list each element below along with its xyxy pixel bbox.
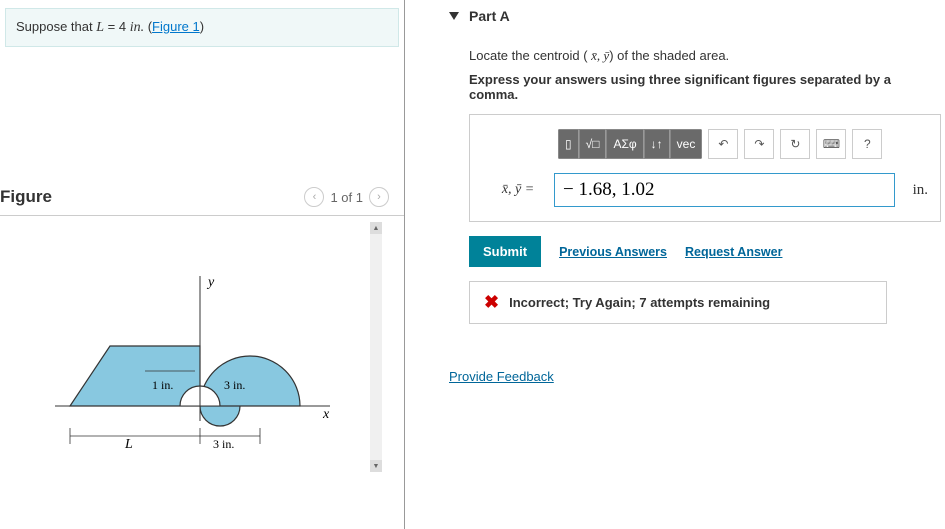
problem-equals: = 4 (104, 19, 130, 34)
panel-divider (404, 0, 405, 529)
answer-box: ▯ √□ ΑΣφ ↓↑ vec ↶ ↷ ↻ ⌨ ? x̄, ȳ = (469, 114, 941, 222)
figure-link[interactable]: Figure 1 (152, 19, 200, 34)
problem-statement: Suppose that L = 4 in. (Figure 1) (5, 8, 399, 47)
figure-next-button[interactable]: › (369, 187, 389, 207)
input-label: x̄, ȳ = (482, 182, 554, 198)
equation-toolbar: ▯ √□ ΑΣφ ↓↑ vec ↶ ↷ ↻ ⌨ ? (558, 129, 928, 159)
keyboard-button[interactable]: ⌨ (816, 129, 846, 159)
dim-1in: 1 in. (152, 378, 173, 392)
greek-button[interactable]: ΑΣφ (606, 129, 643, 159)
vec-button[interactable]: vec (670, 129, 703, 159)
scroll-up-button[interactable]: ▲ (370, 222, 382, 234)
axis-x-label: x (322, 407, 330, 422)
answer-input[interactable] (554, 173, 895, 207)
incorrect-icon: ✖ (484, 292, 499, 313)
previous-answers-link[interactable]: Previous Answers (559, 245, 667, 259)
provide-feedback-link[interactable]: Provide Feedback (449, 369, 554, 384)
scroll-down-button[interactable]: ▼ (370, 460, 382, 472)
undo-button[interactable]: ↶ (708, 129, 738, 159)
axis-y-label: y (206, 275, 215, 290)
feedback-text: Incorrect; Try Again; 7 attempts remaini… (509, 295, 770, 310)
dim-L: L (124, 437, 133, 452)
part-title: Part A (469, 8, 510, 24)
help-button[interactable]: ? (852, 129, 882, 159)
redo-button[interactable]: ↷ (744, 129, 774, 159)
arrows-button[interactable]: ↓↑ (644, 129, 670, 159)
figure-title: Figure (0, 187, 52, 207)
collapse-icon (449, 12, 459, 20)
problem-prefix: Suppose that (16, 19, 96, 34)
figure-nav-text: 1 of 1 (330, 190, 363, 205)
problem-var: L (96, 20, 104, 35)
template-button[interactable]: ▯ (558, 129, 579, 159)
submit-button[interactable]: Submit (469, 236, 541, 267)
feedback-box: ✖ Incorrect; Try Again; 7 attempts remai… (469, 281, 887, 324)
dim-3in-b: 3 in. (213, 437, 234, 451)
figure-scrollbar[interactable]: ▲ ▼ (370, 222, 382, 472)
prompt-locate: Locate the centroid ( x̄, ȳ) of the shad… (469, 48, 939, 64)
reset-button[interactable]: ↻ (780, 129, 810, 159)
request-answer-link[interactable]: Request Answer (685, 245, 782, 259)
figure-nav: ‹ 1 of 1 › (304, 187, 389, 207)
figure-canvas: y x 1 in. 3 in. L 3 in. (40, 256, 340, 486)
problem-unit: in. (130, 20, 144, 35)
figure-prev-button[interactable]: ‹ (304, 187, 324, 207)
part-header[interactable]: Part A (419, 0, 939, 28)
dim-3in-a: 3 in. (224, 378, 245, 392)
answer-unit: in. (895, 182, 928, 199)
fraction-button[interactable]: √□ (579, 129, 607, 159)
prompt-express: Express your answers using three signifi… (469, 72, 939, 102)
